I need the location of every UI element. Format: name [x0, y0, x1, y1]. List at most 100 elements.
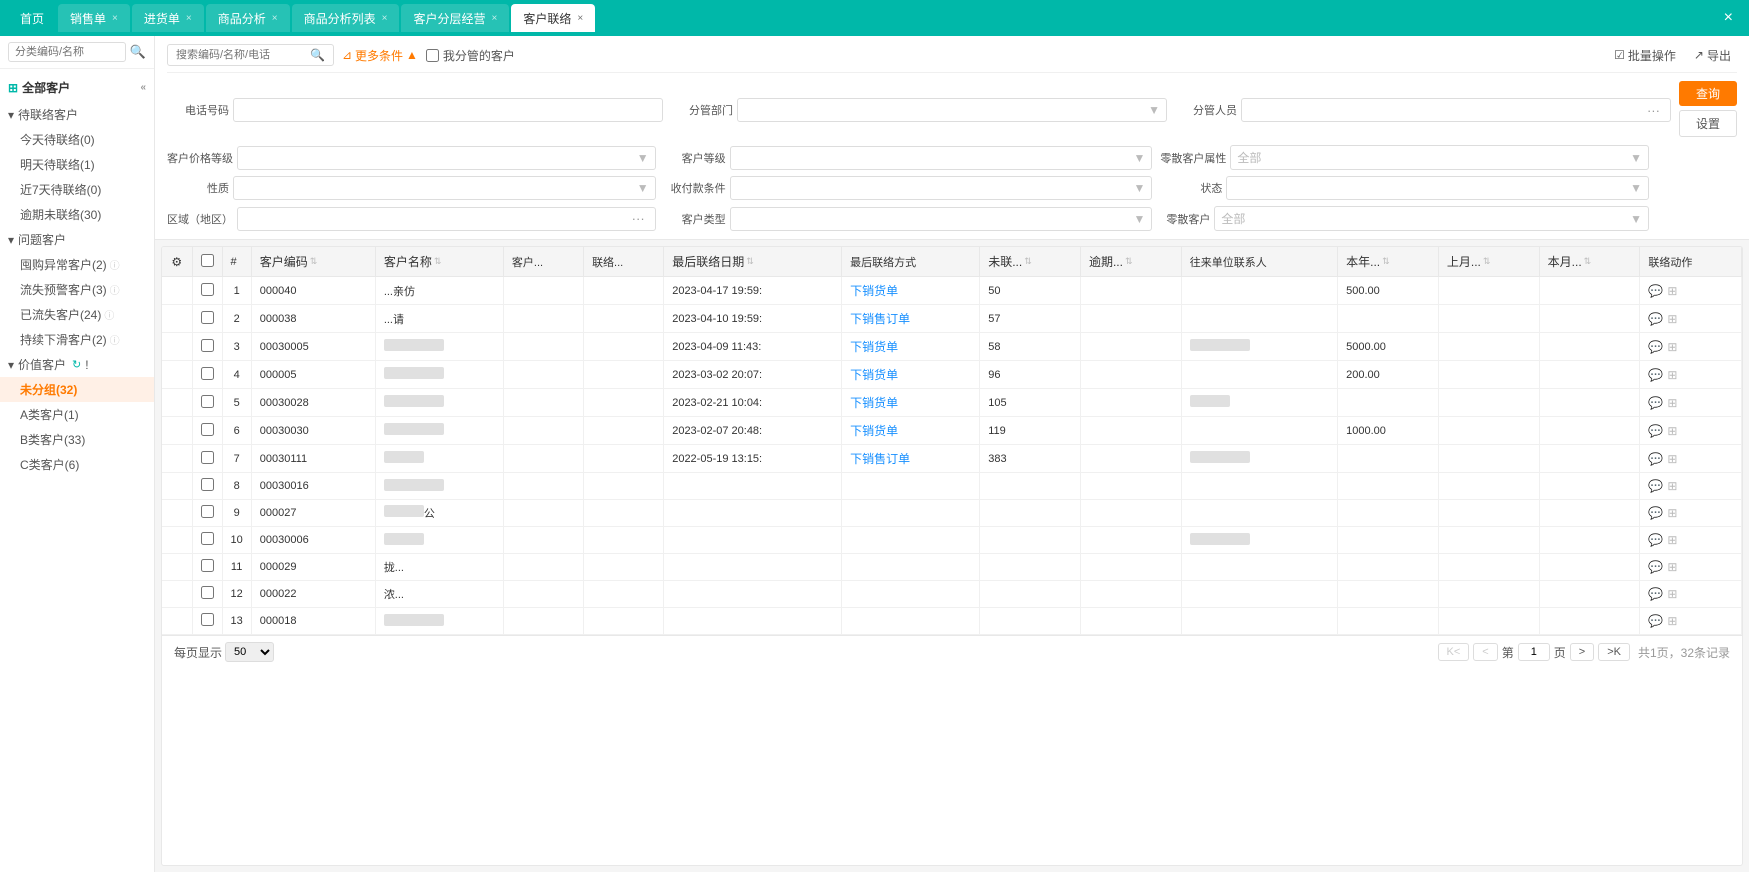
tab-purchase[interactable]: 进货单 × — [132, 4, 204, 32]
chat-icon[interactable]: 💬 — [1648, 284, 1663, 298]
row-checkbox[interactable] — [201, 478, 214, 491]
row-checkbox[interactable] — [201, 423, 214, 436]
more-action-icon[interactable]: ⊞ — [1667, 452, 1677, 466]
dept-select[interactable]: ▼ — [737, 98, 1167, 122]
th-last-contact-date[interactable]: 最后联络日期 ⇅ — [664, 247, 842, 277]
contact-method-link[interactable]: 下销货单 — [850, 284, 898, 298]
row-checkbox[interactable] — [201, 339, 214, 352]
section-value-customers[interactable]: ▾ 价值客户 ↻ ! — [0, 352, 154, 377]
main-search-icon[interactable]: 🔍 — [310, 48, 325, 62]
last-page-btn[interactable]: >K — [1598, 643, 1630, 661]
close-purchase-tab[interactable]: × — [186, 13, 192, 24]
row-checkbox[interactable] — [201, 451, 214, 464]
prev-page-btn[interactable]: < — [1473, 643, 1497, 661]
contact-method-link[interactable]: 下销货单 — [850, 396, 898, 410]
phone-text-input[interactable] — [240, 104, 656, 116]
td-checkbox[interactable] — [192, 581, 222, 608]
contact-method-link[interactable]: 下销售订单 — [850, 312, 910, 326]
sidebar-search-icon[interactable]: 🔍 — [130, 44, 146, 60]
sidebar-item-overdue[interactable]: 逾期未联络(30) — [0, 202, 154, 227]
tab-customer-contact[interactable]: 客户联络 × — [511, 4, 595, 32]
section-pending-contact[interactable]: ▾ 待联络客户 — [0, 102, 154, 127]
tab-product-analysis[interactable]: 商品分析 × — [206, 4, 290, 32]
row-checkbox[interactable] — [201, 586, 214, 599]
my-customers-check[interactable] — [426, 49, 439, 62]
main-search-input[interactable] — [176, 49, 306, 61]
more-action-icon[interactable]: ⊞ — [1667, 340, 1677, 354]
th-checkbox[interactable] — [192, 247, 222, 277]
sidebar-item-today[interactable]: 今天待联络(0) — [0, 127, 154, 152]
close-product-analysis-list-tab[interactable]: × — [382, 13, 388, 24]
td-checkbox[interactable] — [192, 608, 222, 635]
chat-icon[interactable]: 💬 — [1648, 424, 1663, 438]
close-product-analysis-tab[interactable]: × — [272, 13, 278, 24]
customer-type-select[interactable]: ▼ — [730, 207, 1153, 231]
chat-icon[interactable]: 💬 — [1648, 587, 1663, 601]
person-dots[interactable]: ··· — [1643, 103, 1664, 118]
retail-attr-select[interactable]: 全部 ▼ — [1230, 145, 1649, 170]
td-checkbox[interactable] — [192, 333, 222, 361]
more-action-icon[interactable]: ⊞ — [1667, 396, 1677, 410]
sidebar-item-a-class[interactable]: A类客户(1) — [0, 402, 154, 427]
export-btn[interactable]: ↗ 导出 — [1688, 45, 1737, 66]
more-action-icon[interactable]: ⊞ — [1667, 479, 1677, 493]
td-checkbox[interactable] — [192, 389, 222, 417]
th-last-month[interactable]: 上月... ⇅ — [1438, 247, 1539, 277]
tab-product-analysis-list[interactable]: 商品分析列表 × — [292, 4, 400, 32]
contact-method-link[interactable]: 下销货单 — [850, 368, 898, 382]
more-conditions-btn[interactable]: ⊿ 更多条件 ▲ — [342, 47, 418, 64]
chat-icon[interactable]: 💬 — [1648, 533, 1663, 547]
chat-icon[interactable]: 💬 — [1648, 396, 1663, 410]
row-checkbox[interactable] — [201, 505, 214, 518]
row-checkbox[interactable] — [201, 532, 214, 545]
chat-icon[interactable]: 💬 — [1648, 368, 1663, 382]
row-checkbox[interactable] — [201, 395, 214, 408]
tab-home[interactable]: 首页 — [8, 4, 56, 32]
td-checkbox[interactable] — [192, 554, 222, 581]
row-checkbox[interactable] — [201, 613, 214, 626]
td-checkbox[interactable] — [192, 500, 222, 527]
batch-op-btn[interactable]: ☑ 批量操作 — [1608, 45, 1682, 66]
sidebar-item-ungroup[interactable]: 未分组(32) — [0, 377, 154, 402]
th-name[interactable]: 客户名称 ⇅ — [375, 247, 503, 277]
th-this-year[interactable]: 本年... ⇅ — [1338, 247, 1439, 277]
more-action-icon[interactable]: ⊞ — [1667, 533, 1677, 547]
pay-terms-select[interactable]: ▼ — [730, 176, 1153, 200]
row-checkbox[interactable] — [201, 559, 214, 572]
td-checkbox[interactable] — [192, 527, 222, 554]
tab-customer-segment[interactable]: 客户分层经营 × — [401, 4, 509, 32]
query-button[interactable]: 查询 — [1679, 81, 1737, 106]
all-customers-item[interactable]: ⊞ 全部客户 « — [0, 73, 154, 102]
window-close-button[interactable]: × — [1716, 9, 1741, 27]
th-code[interactable]: 客户编码 ⇅ — [251, 247, 375, 277]
more-action-icon[interactable]: ⊞ — [1667, 587, 1677, 601]
sidebar-item-b-class[interactable]: B类客户(33) — [0, 427, 154, 452]
status-select[interactable]: ▼ — [1226, 176, 1649, 200]
sidebar-search-input[interactable] — [8, 42, 126, 62]
sidebar-item-abnormal[interactable]: 囤购异常客户(2) ⓘ — [0, 252, 154, 277]
td-checkbox[interactable] — [192, 277, 222, 305]
customer-level-select[interactable]: ▼ — [730, 146, 1153, 170]
chat-icon[interactable]: 💬 — [1648, 614, 1663, 628]
price-level-select[interactable]: ▼ — [237, 146, 656, 170]
chat-icon[interactable]: 💬 — [1648, 340, 1663, 354]
more-action-icon[interactable]: ⊞ — [1667, 284, 1677, 298]
td-checkbox[interactable] — [192, 305, 222, 333]
region-select[interactable]: ··· — [237, 207, 656, 231]
phone-input[interactable] — [233, 98, 663, 122]
refresh-icon[interactable]: ↻ — [72, 358, 81, 371]
region-dots[interactable]: ··· — [628, 211, 649, 226]
contact-method-link[interactable]: 下销售订单 — [850, 452, 910, 466]
more-action-icon[interactable]: ⊞ — [1667, 614, 1677, 628]
close-customer-contact-tab[interactable]: × — [577, 13, 583, 24]
first-page-btn[interactable]: K< — [1438, 643, 1470, 661]
contact-method-link[interactable]: 下销货单 — [850, 340, 898, 354]
retail-customer-select[interactable]: 全部 ▼ — [1214, 206, 1649, 231]
th-settings[interactable]: ⚙ — [162, 247, 192, 277]
th-not-contacted[interactable]: 未联... ⇅ — [980, 247, 1081, 277]
sidebar-item-7days[interactable]: 近7天待联络(0) — [0, 177, 154, 202]
person-select[interactable]: ··· — [1241, 98, 1671, 122]
th-overdue[interactable]: 逾期... ⇅ — [1080, 247, 1181, 277]
td-checkbox[interactable] — [192, 473, 222, 500]
sidebar-item-tomorrow[interactable]: 明天待联络(1) — [0, 152, 154, 177]
